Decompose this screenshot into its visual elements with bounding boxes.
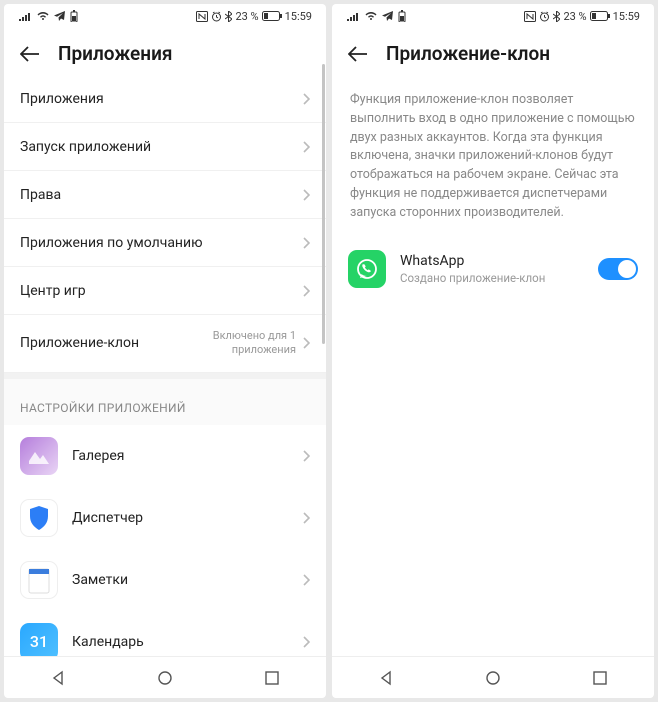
page-title: Приложение-клон	[386, 42, 550, 65]
alarm-icon	[211, 11, 222, 22]
app-row-notes[interactable]: Заметки	[4, 549, 326, 611]
battery-small-icon	[398, 10, 406, 22]
app-row-gallery[interactable]: Галерея	[4, 425, 326, 487]
phone-left: 23 % 15:59 Приложения Приложения Запуск …	[4, 4, 326, 698]
app-label: Галерея	[72, 448, 288, 464]
battery-percent: 23 %	[235, 10, 258, 23]
status-left	[346, 10, 406, 22]
battery-percent: 23 %	[563, 10, 586, 23]
toggle-row-whatsapp: WhatsApp Создано приложение-клон	[332, 240, 654, 298]
chevron-right-icon	[302, 189, 310, 201]
status-time: 15:59	[613, 10, 640, 23]
status-left	[18, 10, 78, 22]
toggle-labels: WhatsApp Создано приложение-клон	[400, 253, 584, 285]
nav-back[interactable]	[376, 668, 396, 688]
app-row-calendar[interactable]: 31 Календарь	[4, 611, 326, 656]
scroll-indicator[interactable]	[322, 64, 325, 344]
chevron-right-icon	[302, 285, 310, 297]
nav-home[interactable]	[483, 668, 503, 688]
nav-bar	[4, 656, 326, 698]
section-header: НАСТРОЙКИ ПРИЛОЖЕНИЙ	[4, 373, 326, 425]
list-item-app-twin[interactable]: Приложение-клон Включено для 1 приложени…	[4, 315, 326, 373]
nav-home[interactable]	[155, 668, 175, 688]
shield-icon	[20, 499, 58, 537]
toggle-switch[interactable]	[598, 258, 638, 280]
description-text: Функция приложение-клон позволяет выполн…	[332, 75, 654, 240]
telegram-icon	[382, 11, 394, 22]
phone-right: 23 % 15:59 Приложение-клон Функция прило…	[332, 4, 654, 698]
wifi-icon	[364, 11, 378, 21]
status-bar: 23 % 15:59	[332, 4, 654, 28]
gallery-icon	[20, 437, 58, 475]
status-bar: 23 % 15:59	[4, 4, 326, 28]
back-button[interactable]	[348, 44, 368, 64]
wifi-icon	[36, 11, 50, 21]
list-item-label: Центр игр	[20, 283, 86, 299]
list-item-label: Приложения по умолчанию	[20, 235, 203, 251]
app-label: Заметки	[72, 572, 288, 588]
toggle-subtitle: Создано приложение-клон	[400, 271, 584, 285]
content-left: Приложения Запуск приложений Права Прило…	[4, 75, 326, 656]
list-item-label: Приложения	[20, 91, 104, 107]
battery-small-icon	[70, 10, 78, 22]
chevron-right-icon	[302, 636, 310, 648]
app-row-dispatcher[interactable]: Диспетчер	[4, 487, 326, 549]
status-right: 23 % 15:59	[196, 10, 312, 23]
bluetooth-icon	[225, 11, 232, 22]
list-item-apps[interactable]: Приложения	[4, 75, 326, 123]
signal-icon	[346, 11, 360, 21]
app-label: Календарь	[72, 634, 288, 650]
chevron-right-icon	[302, 237, 310, 249]
chevron-right-icon	[302, 141, 310, 153]
header: Приложение-клон	[332, 28, 654, 75]
nfc-icon	[524, 11, 536, 22]
whatsapp-icon	[348, 250, 386, 288]
chevron-right-icon	[302, 574, 310, 586]
battery-icon	[590, 11, 610, 21]
list-item-default-apps[interactable]: Приложения по умолчанию	[4, 219, 326, 267]
chevron-right-icon	[302, 450, 310, 462]
bluetooth-icon	[553, 11, 560, 22]
chevron-right-icon	[302, 337, 310, 349]
notes-icon	[20, 561, 58, 599]
list-item-permissions[interactable]: Права	[4, 171, 326, 219]
status-time: 15:59	[285, 10, 312, 23]
page-title: Приложения	[58, 42, 172, 65]
toggle-title: WhatsApp	[400, 253, 584, 269]
status-right: 23 % 15:59	[524, 10, 640, 23]
list-item-label: Запуск приложений	[20, 139, 151, 155]
nav-back[interactable]	[48, 668, 68, 688]
calendar-day: 31	[30, 632, 48, 651]
nfc-icon	[196, 11, 208, 22]
nav-recent[interactable]	[262, 668, 282, 688]
telegram-icon	[54, 11, 66, 22]
content-right: Функция приложение-клон позволяет выполн…	[332, 75, 654, 656]
nav-recent[interactable]	[590, 668, 610, 688]
list-item-label: Приложение-клон	[20, 335, 139, 351]
back-button[interactable]	[20, 44, 40, 64]
calendar-icon: 31	[20, 623, 58, 656]
list-item-subtext: Включено для 1 приложения	[213, 329, 296, 358]
battery-icon	[262, 11, 282, 21]
list-item-game-center[interactable]: Центр игр	[4, 267, 326, 315]
list-item-launch[interactable]: Запуск приложений	[4, 123, 326, 171]
nav-bar	[332, 656, 654, 698]
app-label: Диспетчер	[72, 510, 288, 526]
chevron-right-icon	[302, 93, 310, 105]
signal-icon	[18, 11, 32, 21]
header: Приложения	[4, 28, 326, 75]
chevron-right-icon	[302, 512, 310, 524]
alarm-icon	[539, 11, 550, 22]
list-item-label: Права	[20, 187, 61, 203]
